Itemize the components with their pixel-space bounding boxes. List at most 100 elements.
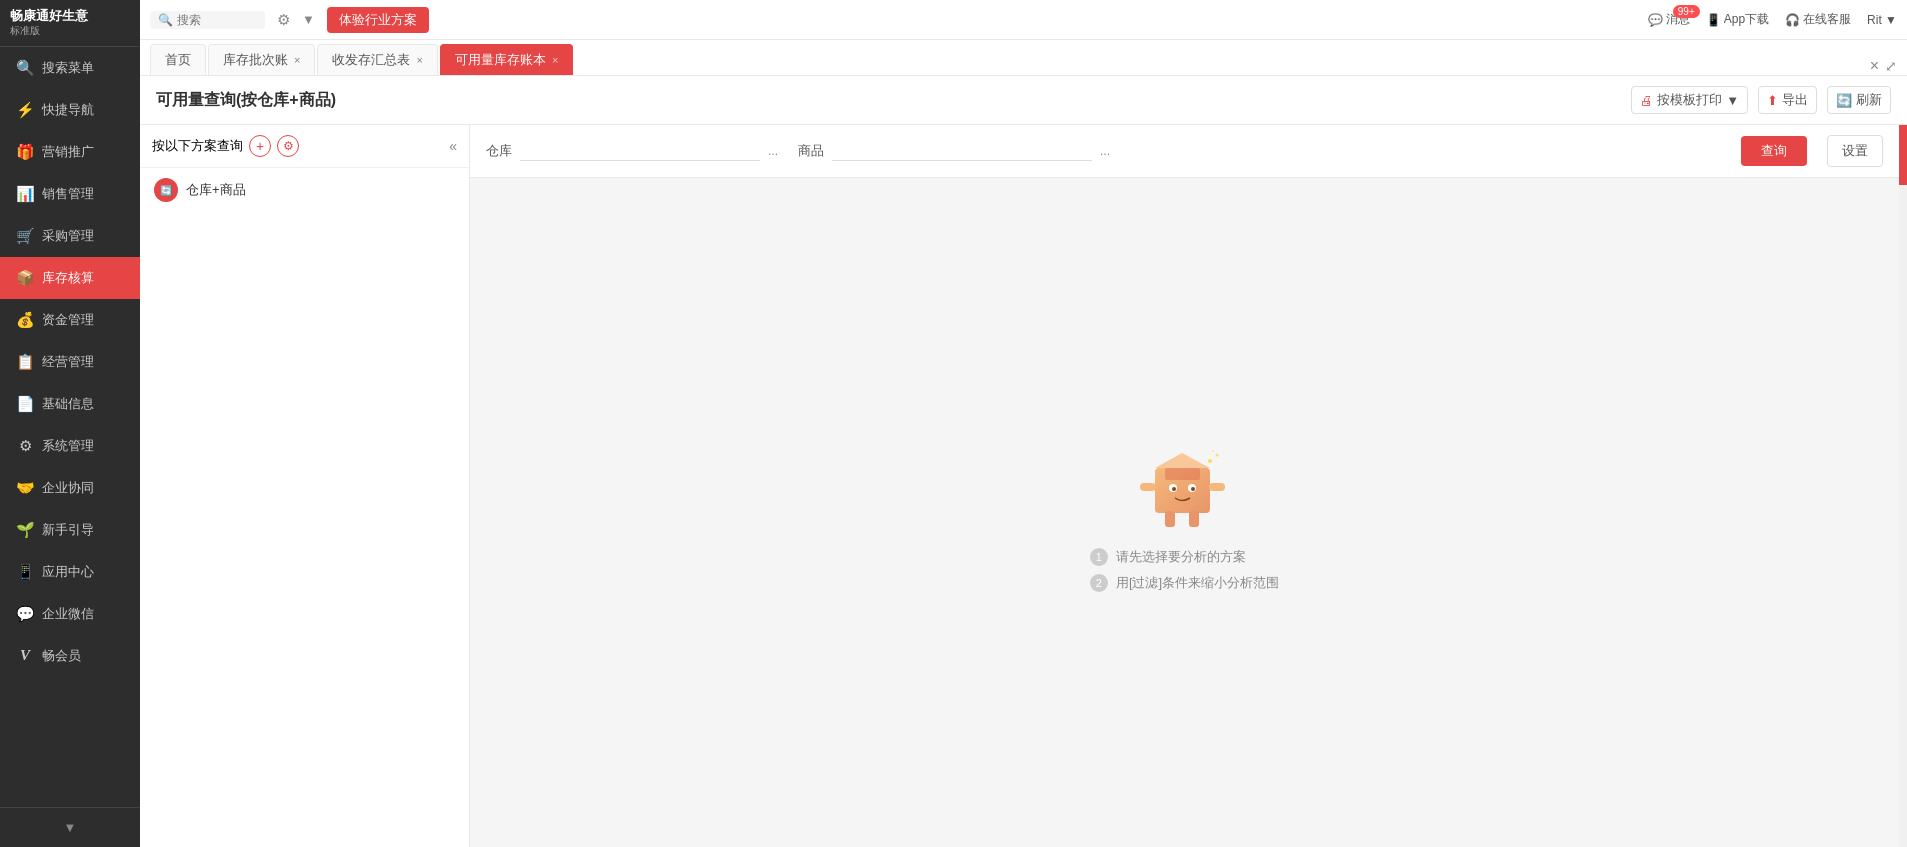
sidebar-item-purchase[interactable]: 🛒 采购管理 (0, 215, 140, 257)
filter-title: 按以下方案查询 (152, 137, 243, 155)
filter-collapse-btn[interactable]: « (449, 138, 457, 154)
sidebar-item-marketing[interactable]: 🎁 营销推广 (0, 131, 140, 173)
query-warehouse-field: 仓库 ... (486, 141, 778, 161)
topbar: 🔍 ⚙ ▼ 体验行业方案 💬 消息 99+ 📱 App下载 🎧 在线客服 (140, 0, 1907, 40)
topbar-app-download[interactable]: 📱 App下载 (1706, 11, 1769, 28)
right-scrollbar[interactable] (1899, 125, 1907, 847)
svg-rect-7 (1140, 483, 1156, 491)
gear-icon[interactable]: ⚙ (273, 9, 294, 31)
query-warehouse-input[interactable] (520, 141, 760, 161)
sidebar-nav: 🔍 搜索菜单 ⚡ 快捷导航 🎁 营销推广 📊 销售管理 🛒 采购管理 📦 (0, 47, 140, 807)
finance-icon: 💰 (16, 311, 34, 329)
filter-settings-btn[interactable]: ⚙ (277, 135, 299, 157)
sidebar-item-shortcut[interactable]: ⚡ 快捷导航 (0, 89, 140, 131)
query-bar: 仓库 ... 商品 ... 查询 设置 (470, 125, 1899, 178)
query-product-label: 商品 (798, 142, 824, 160)
scrollbar-thumb[interactable] (1899, 125, 1907, 185)
message-badge: 99+ (1673, 5, 1700, 18)
sidebar-label-basic: 基础信息 (42, 395, 94, 413)
topbar-search-icon: 🔍 (158, 13, 173, 27)
sidebar-item-newuser[interactable]: 🌱 新手引导 (0, 509, 140, 551)
marketing-icon: 🎁 (16, 143, 34, 161)
sidebar-item-search[interactable]: 🔍 搜索菜单 (0, 47, 140, 89)
tab-receive-summary-label: 收发存汇总表 (332, 51, 410, 69)
sidebar-item-operation[interactable]: 📋 经营管理 (0, 341, 140, 383)
industry-btn[interactable]: 体验行业方案 (327, 7, 429, 33)
svg-point-12 (1215, 454, 1218, 457)
app-icon: 📱 (1706, 13, 1721, 27)
topbar-search-box[interactable]: 🔍 (150, 11, 265, 29)
query-settings-btn[interactable]: 设置 (1827, 135, 1883, 167)
sidebar-label-sales: 销售管理 (42, 185, 94, 203)
tab-receive-summary[interactable]: 收发存汇总表 × (317, 44, 437, 75)
sidebar-item-system[interactable]: ⚙ 系统管理 (0, 425, 140, 467)
query-product-field: 商品 ... (798, 141, 1110, 161)
system-icon: ⚙ (16, 437, 34, 455)
refresh-btn[interactable]: 🔄 刷新 (1827, 86, 1891, 114)
topbar-message[interactable]: 💬 消息 99+ (1648, 11, 1690, 28)
sidebar-item-vip[interactable]: V 畅会员 (0, 635, 140, 677)
empty-image (1135, 433, 1235, 536)
service-label: 在线客服 (1803, 11, 1851, 28)
tab-batch-ledger[interactable]: 库存批次账 × (208, 44, 315, 75)
vip-icon: V (16, 647, 34, 664)
filter-add-btn[interactable]: + (249, 135, 271, 157)
sidebar-item-inventory[interactable]: 📦 库存核算 (0, 257, 140, 299)
tab-close-all-btn[interactable]: × (1870, 57, 1879, 75)
search-icon: 🔍 (16, 59, 34, 77)
sidebar-item-enterprise[interactable]: 🤝 企业协同 (0, 467, 140, 509)
sidebar-label-marketing: 营销推广 (42, 143, 94, 161)
enterprise-icon: 🤝 (16, 479, 34, 497)
sidebar-label-finance: 资金管理 (42, 311, 94, 329)
export-icon: ⬆ (1767, 93, 1778, 108)
query-product-more[interactable]: ... (1100, 144, 1110, 158)
tab-home-label: 首页 (165, 51, 191, 69)
filter-item-warehouse-product[interactable]: 🔄 仓库+商品 (140, 168, 469, 212)
query-btn[interactable]: 查询 (1741, 136, 1807, 166)
tab-receive-summary-close[interactable]: × (416, 54, 422, 66)
tab-available-ledger-label: 可用量库存账本 (455, 51, 546, 69)
query-product-input[interactable] (832, 141, 1092, 161)
empty-hint-1: 1 请先选择要分析的方案 (1090, 548, 1279, 566)
sidebar-item-sales[interactable]: 📊 销售管理 (0, 173, 140, 215)
tab-home[interactable]: 首页 (150, 44, 206, 75)
print-template-btn[interactable]: 🖨 按模板打印 ▼ (1631, 86, 1748, 114)
sidebar-label-enterprise: 企业协同 (42, 479, 94, 497)
sidebar-item-appstore[interactable]: 📱 应用中心 (0, 551, 140, 593)
refresh-icon: 🔄 (1836, 93, 1852, 108)
topbar-user[interactable]: Rit ▼ (1867, 13, 1897, 27)
sidebar-label-newuser: 新手引导 (42, 521, 94, 539)
filter-header: 按以下方案查询 + ⚙ « (140, 125, 469, 168)
sidebar-item-wechat[interactable]: 💬 企业微信 (0, 593, 140, 635)
query-warehouse-label: 仓库 (486, 142, 512, 160)
topbar-dropdown-icon[interactable]: ▼ (302, 12, 315, 27)
sidebar-scroll-down[interactable]: ▼ (0, 816, 140, 839)
sidebar-item-basic[interactable]: 📄 基础信息 (0, 383, 140, 425)
tabbar-end: × ⤢ (1870, 57, 1897, 75)
export-label: 导出 (1782, 91, 1808, 109)
topbar-search-input[interactable] (177, 13, 257, 27)
tab-available-ledger-close[interactable]: × (552, 54, 558, 66)
sidebar-logo: 畅康通好生意 标准版 (0, 0, 140, 47)
print-label: 按模板打印 (1657, 91, 1722, 109)
tab-available-ledger[interactable]: 可用量库存账本 × (440, 44, 573, 75)
hint-text-2: 用[过滤]条件来缩小分析范围 (1116, 574, 1279, 592)
topbar-service[interactable]: 🎧 在线客服 (1785, 11, 1851, 28)
tab-batch-ledger-close[interactable]: × (294, 54, 300, 66)
topbar-right: 💬 消息 99+ 📱 App下载 🎧 在线客服 Rit ▼ (1648, 11, 1897, 28)
tab-expand-btn[interactable]: ⤢ (1885, 58, 1897, 74)
hint-num-1: 1 (1090, 548, 1108, 566)
basic-icon: 📄 (16, 395, 34, 413)
sidebar-item-finance[interactable]: 💰 资金管理 (0, 299, 140, 341)
page-actions: 🖨 按模板打印 ▼ ⬆ 导出 🔄 刷新 (1631, 86, 1891, 114)
svg-point-13 (1212, 450, 1214, 452)
logo-badge: 标准版 (10, 24, 88, 38)
export-btn[interactable]: ⬆ 导出 (1758, 86, 1817, 114)
sales-icon: 📊 (16, 185, 34, 203)
sidebar-label-shortcut: 快捷导航 (42, 101, 94, 119)
message-icon: 💬 (1648, 13, 1663, 27)
empty-hint-2: 2 用[过滤]条件来缩小分析范围 (1090, 574, 1279, 592)
query-warehouse-more[interactable]: ... (768, 144, 778, 158)
user-name: Rit (1867, 13, 1882, 27)
sidebar: 畅康通好生意 标准版 🔍 搜索菜单 ⚡ 快捷导航 🎁 营销推广 📊 销售管理 (0, 0, 140, 847)
